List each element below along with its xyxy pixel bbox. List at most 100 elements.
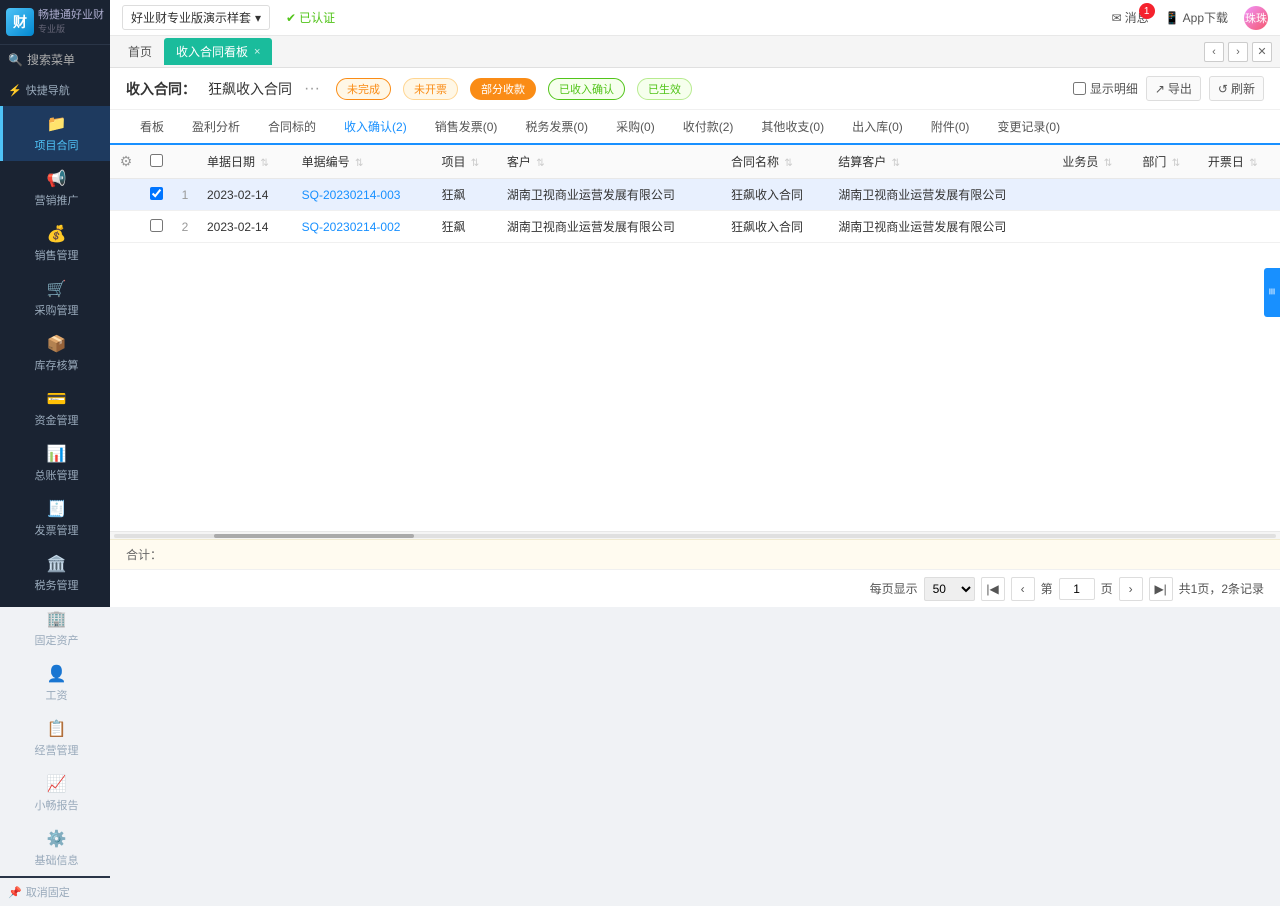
- message-button[interactable]: ✉ 消息 1: [1112, 9, 1149, 26]
- sidebar-item-invoice[interactable]: 🧾发票管理: [0, 491, 110, 546]
- sidebar-item-hr[interactable]: 👤工资: [0, 656, 110, 711]
- export-button[interactable]: ↗ 导出: [1146, 76, 1201, 101]
- nav-icon-marketing: 📢: [47, 169, 67, 189]
- prev-page-button[interactable]: ‹: [1011, 577, 1035, 601]
- col-settle-customer[interactable]: 结算客户 ⇅: [830, 145, 1054, 179]
- subtab-3[interactable]: 收入确认(2): [330, 110, 421, 145]
- per-page-select[interactable]: 20 50 100: [924, 577, 975, 601]
- sort-dept-icon: ⇅: [1172, 158, 1180, 169]
- tab-contract-board[interactable]: 收入合同看板 ×: [164, 38, 272, 65]
- topbar: 好业财专业版演示样套 ▾ ✔ 已认证 ✉ 消息 1 📱 App下载 珠珠: [110, 0, 1280, 36]
- row-salesman-1: [1054, 211, 1134, 243]
- scroll-track[interactable]: [114, 534, 1276, 538]
- col-project[interactable]: 项目 ⇅: [433, 145, 498, 179]
- table-row[interactable]: 2 2023-02-14 SQ-20230214-002 狂飙 湖南卫视商业运营…: [110, 211, 1280, 243]
- status-confirmed[interactable]: 已收入确认: [548, 78, 625, 100]
- status-uninvoiced[interactable]: 未开票: [403, 78, 458, 100]
- first-page-button[interactable]: |◀: [981, 577, 1005, 601]
- table-row[interactable]: 1 2023-02-14 SQ-20230214-003 狂飙 湖南卫视商业运营…: [110, 179, 1280, 211]
- search-icon: 🔍: [8, 53, 23, 67]
- subtab-2[interactable]: 合同标的: [254, 110, 330, 145]
- col-dept[interactable]: 部门 ⇅: [1134, 145, 1199, 179]
- subtab-8[interactable]: 其他收支(0): [747, 110, 838, 145]
- tab-home[interactable]: 首页: [118, 39, 162, 64]
- subtab-9[interactable]: 出入库(0): [838, 110, 917, 145]
- col-settings[interactable]: ⚙: [110, 145, 142, 179]
- tab-prev-button[interactable]: ‹: [1204, 42, 1224, 62]
- select-all-checkbox[interactable]: [150, 154, 163, 167]
- tab-next-button[interactable]: ›: [1228, 42, 1248, 62]
- table-wrap[interactable]: ⚙ 单据日期 ⇅ 单据编号 ⇅ 项目 ⇅ 客户 ⇅ 合同名称 ⇅ 结算客户 ⇅ …: [110, 145, 1280, 531]
- scroll-bar[interactable]: [110, 531, 1280, 539]
- tab-close-all-button[interactable]: ✕: [1252, 42, 1272, 62]
- sidebar-item-ops[interactable]: 📋经营管理: [0, 711, 110, 766]
- sidebar-item-funds[interactable]: 💳资金管理: [0, 381, 110, 436]
- row-project-1: 狂飙: [433, 211, 498, 243]
- page-input[interactable]: [1059, 578, 1095, 600]
- sidebar-item-assets[interactable]: 🏢固定资产: [0, 601, 110, 656]
- subtab-0[interactable]: 看板: [126, 110, 178, 145]
- subtab-11[interactable]: 变更记录(0): [983, 110, 1074, 145]
- row-number-0[interactable]: SQ-20230214-003: [294, 179, 434, 211]
- nav-icon-assets: 🏢: [47, 609, 67, 629]
- right-panel-toggle[interactable]: ≡: [1264, 268, 1280, 317]
- show-detail-checkbox[interactable]: 显示明细: [1073, 80, 1138, 97]
- nav-icon-inventory: 📦: [47, 334, 67, 354]
- col-date[interactable]: 单据日期 ⇅: [199, 145, 294, 179]
- col-bill-date[interactable]: 开票日 ⇅: [1200, 145, 1280, 179]
- user-avatar[interactable]: 珠珠: [1244, 6, 1268, 30]
- col-contract[interactable]: 合同名称 ⇅: [723, 145, 830, 179]
- col-number[interactable]: 单据编号 ⇅: [294, 145, 434, 179]
- row-check-1[interactable]: [150, 219, 163, 232]
- sidebar-item-sales[interactable]: 💰销售管理: [0, 216, 110, 271]
- nav-icon-tax: 🏛️: [47, 554, 67, 574]
- subtab-4[interactable]: 销售发票(0): [421, 110, 512, 145]
- app-download-button[interactable]: 📱 App下载: [1165, 9, 1228, 26]
- nav-label-tax: 税务管理: [35, 577, 79, 593]
- row-checkbox-0[interactable]: [142, 179, 171, 211]
- sidebar-item-project[interactable]: 📁项目合同: [0, 106, 110, 161]
- sidebar-item-inventory[interactable]: 📦库存核算: [0, 326, 110, 381]
- row-customer-1: 湖南卫视商业运营发展有限公司: [499, 211, 723, 243]
- quick-nav[interactable]: ⚡ 快捷导航: [0, 74, 110, 106]
- settings-icon[interactable]: ⚙: [120, 153, 133, 169]
- unpin-button[interactable]: 📌 取消固定: [0, 877, 110, 906]
- company-dropdown-icon: ▾: [255, 11, 261, 25]
- tab-label: 收入合同看板: [176, 43, 248, 60]
- company-selector[interactable]: 好业财专业版演示样套 ▾: [122, 5, 270, 30]
- scroll-thumb[interactable]: [214, 534, 414, 538]
- row-number-link-1[interactable]: SQ-20230214-002: [302, 220, 401, 234]
- tab-close-icon[interactable]: ×: [254, 46, 260, 58]
- sidebar-item-report[interactable]: 📈小畅报告: [0, 766, 110, 821]
- check-icon: ✔: [286, 11, 296, 25]
- subtab-7[interactable]: 收付款(2): [669, 110, 748, 145]
- col-customer[interactable]: 客户 ⇅: [499, 145, 723, 179]
- sidebar-item-general[interactable]: 📊总账管理: [0, 436, 110, 491]
- status-partial[interactable]: 部分收款: [470, 78, 536, 100]
- status-incomplete[interactable]: 未完成: [336, 78, 391, 100]
- show-detail-input[interactable]: [1073, 82, 1086, 95]
- subtab-1[interactable]: 盈利分析: [178, 110, 254, 145]
- col-salesman[interactable]: 业务员 ⇅: [1054, 145, 1134, 179]
- sidebar-item-marketing[interactable]: 📢营销推广: [0, 161, 110, 216]
- status-effective[interactable]: 已生效: [637, 78, 692, 100]
- sidebar-item-purchase[interactable]: 🛒采购管理: [0, 271, 110, 326]
- row-number-link-0[interactable]: SQ-20230214-003: [302, 188, 401, 202]
- subtab-6[interactable]: 采购(0): [602, 110, 669, 145]
- last-page-button[interactable]: ▶|: [1149, 577, 1173, 601]
- next-page-button[interactable]: ›: [1119, 577, 1143, 601]
- row-checkbox-1[interactable]: [142, 211, 171, 243]
- row-check-0[interactable]: [150, 187, 163, 200]
- nav-label-funds: 资金管理: [35, 412, 79, 428]
- subtab-5[interactable]: 税务发票(0): [511, 110, 602, 145]
- nav-label-base: 基础信息: [35, 852, 79, 868]
- sidebar-item-tax[interactable]: 🏛️ 税务管理: [0, 546, 110, 601]
- total-pages-text: 共1页，2条记录: [1179, 580, 1264, 597]
- row-number-1[interactable]: SQ-20230214-002: [294, 211, 434, 243]
- more-button[interactable]: ···: [304, 80, 320, 98]
- refresh-button[interactable]: ↺ 刷新: [1209, 76, 1264, 101]
- topbar-right: ✉ 消息 1 📱 App下载 珠珠: [1112, 6, 1268, 30]
- sidebar-item-base[interactable]: ⚙️基础信息: [0, 821, 110, 876]
- subtab-10[interactable]: 附件(0): [917, 110, 984, 145]
- search-menu[interactable]: 🔍 搜索菜单: [0, 45, 110, 74]
